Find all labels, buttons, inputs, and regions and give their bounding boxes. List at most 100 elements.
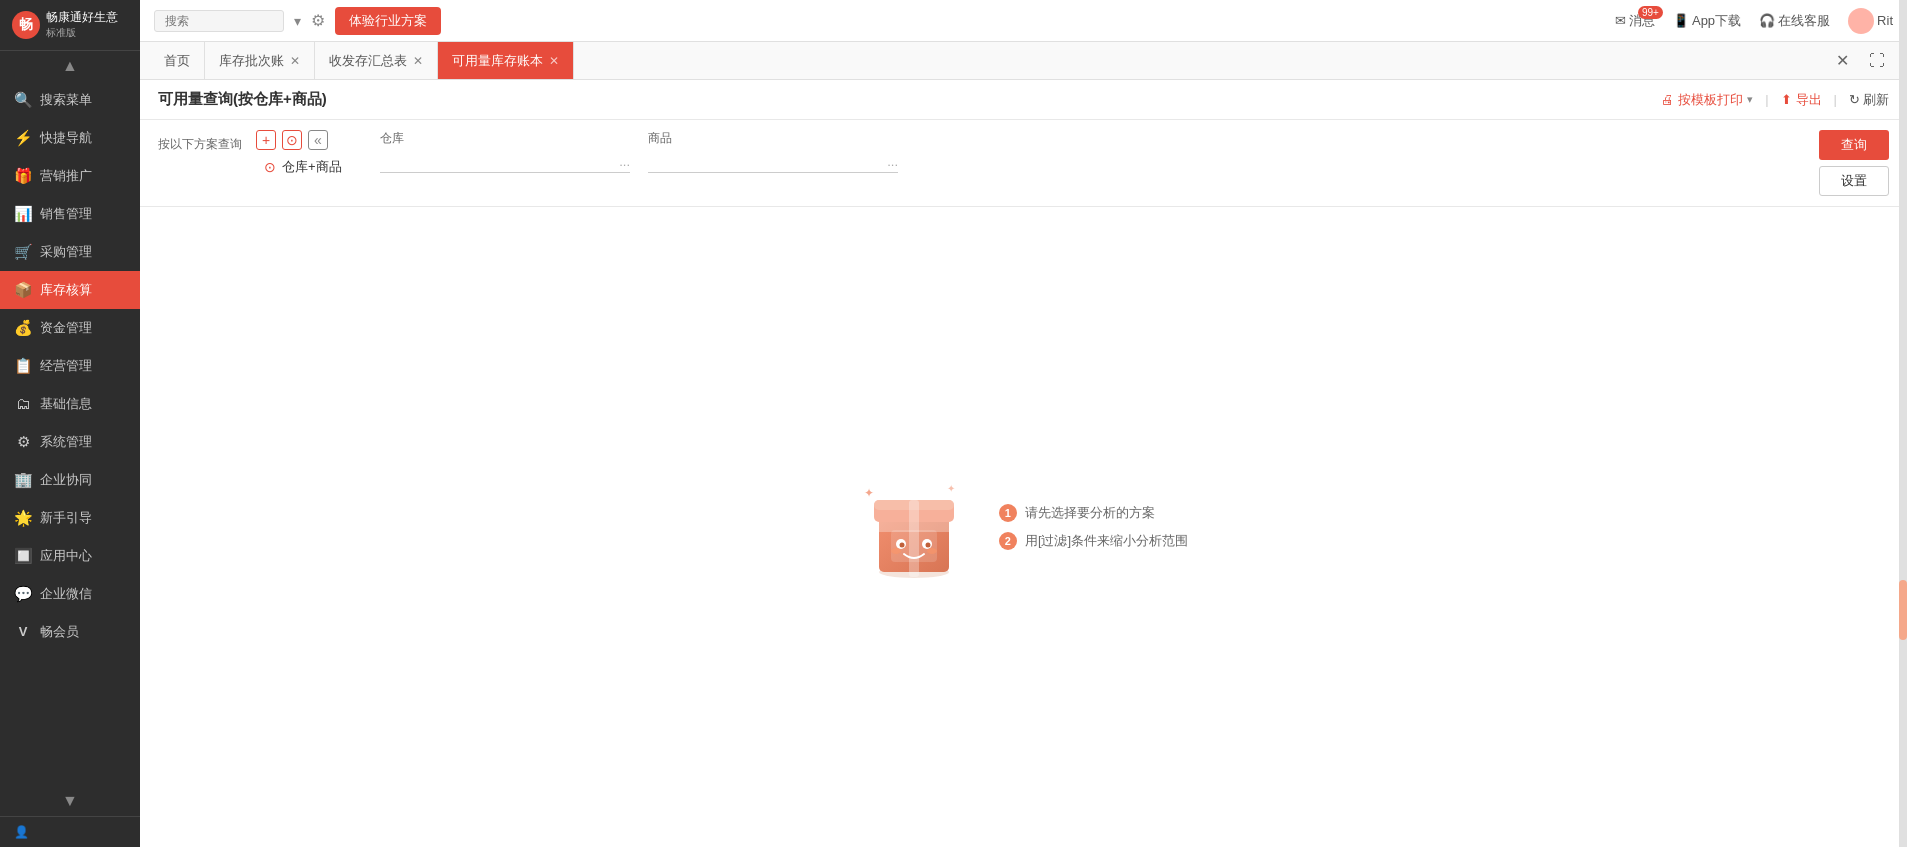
- filter-schemes: + ⊙ « ⊙ 仓库+商品: [256, 130, 366, 180]
- tab-available-close-icon[interactable]: ✕: [549, 54, 559, 68]
- sidebar-item-search[interactable]: 🔍 搜索菜单: [0, 81, 140, 119]
- scheme-collapse-btn[interactable]: «: [308, 130, 328, 150]
- page-actions: 🖨 按模板打印 ▾ | ⬆ 导出 | ↻ 刷新: [1661, 91, 1889, 109]
- finance-icon: 💰: [14, 319, 32, 337]
- topbar-search-input[interactable]: [154, 10, 284, 32]
- product-more-btn[interactable]: ...: [887, 154, 898, 169]
- app-logo-text: 畅康通好生意 标准版: [46, 10, 118, 40]
- sidebar-logo: 畅 畅康通好生意 标准版: [0, 0, 140, 51]
- scheme-item-warehouse-product[interactable]: ⊙ 仓库+商品: [256, 154, 366, 180]
- export-icon: ⬆: [1781, 92, 1792, 107]
- sidebar-menu: 🔍 搜索菜单 ⚡ 快捷导航 🎁 营销推广 📊 销售管理 🛒 采购管理 📦 库存核…: [0, 81, 140, 786]
- sidebar: 畅 畅康通好生意 标准版 ▲ 🔍 搜索菜单 ⚡ 快捷导航 🎁 营销推广 📊 销售…: [0, 0, 140, 847]
- sidebar-item-finance[interactable]: 💰 资金管理: [0, 309, 140, 347]
- tabs-bar: 首页 库存批次账 ✕ 收发存汇总表 ✕ 可用量库存账本 ✕ ✕ ⛶: [140, 42, 1907, 80]
- sales-icon: 📊: [14, 205, 32, 223]
- svg-point-13: [927, 548, 937, 554]
- warehouse-more-btn[interactable]: ...: [619, 154, 630, 169]
- enterprise-icon: 🏢: [14, 471, 32, 489]
- sidebar-item-purchase[interactable]: 🛒 采购管理: [0, 233, 140, 271]
- sidebar-bottom-user[interactable]: 👤: [0, 816, 140, 847]
- settings-btn[interactable]: 设置: [1819, 166, 1889, 196]
- purchase-icon: 🛒: [14, 243, 32, 261]
- filter-field-product: 商品 ...: [648, 130, 898, 173]
- user-avatar-small: 👤: [14, 825, 29, 839]
- dropdown-arrow-icon[interactable]: ▾: [294, 13, 301, 29]
- box-svg: ✦ ✦: [859, 472, 969, 582]
- tabs-right-actions: ✕ ⛶: [1830, 49, 1897, 72]
- sidebar-scroll-up[interactable]: ▲: [0, 51, 140, 81]
- svg-point-11: [925, 543, 930, 548]
- sidebar-item-sales[interactable]: 📊 销售管理: [0, 195, 140, 233]
- quick-icon: ⚡: [14, 129, 32, 147]
- tab-home[interactable]: 首页: [150, 42, 205, 79]
- sidebar-item-operation[interactable]: 📋 经营管理: [0, 347, 140, 385]
- tab-summary[interactable]: 收发存汇总表 ✕: [315, 42, 438, 79]
- filter-actions: 查询 设置: [1819, 130, 1889, 196]
- page-header: 可用量查询(按仓库+商品) 🖨 按模板打印 ▾ | ⬆ 导出 | ↻ 刷新: [140, 80, 1907, 120]
- product-input-wrapper: ...: [648, 151, 898, 173]
- filter-scheme-header: + ⊙ «: [256, 130, 366, 150]
- search-icon: 🔍: [14, 91, 32, 109]
- topbar: ▾ ⚙ 体验行业方案 ✉ 消息 99+ 📱 App下载 🎧 在线客服 Rit: [140, 0, 1907, 42]
- message-btn[interactable]: ✉ 消息 99+: [1615, 12, 1655, 30]
- app-logo-icon: 畅: [12, 11, 40, 39]
- topbar-right: ✉ 消息 99+ 📱 App下载 🎧 在线客服 Rit: [1615, 8, 1893, 34]
- filter-field-warehouse: 仓库 ...: [380, 130, 630, 173]
- online-service-btn[interactable]: 🎧 在线客服: [1759, 12, 1830, 30]
- sidebar-scroll-down[interactable]: ▼: [0, 786, 140, 816]
- product-label: 商品: [648, 130, 898, 147]
- sidebar-item-apps[interactable]: 🔲 应用中心: [0, 537, 140, 575]
- refresh-btn[interactable]: ↻ 刷新: [1849, 91, 1889, 109]
- guide-icon: 🌟: [14, 509, 32, 527]
- sidebar-item-system[interactable]: ⚙ 系统管理: [0, 423, 140, 461]
- system-icon: ⚙: [14, 433, 32, 451]
- message-badge: 99+: [1638, 6, 1663, 19]
- sidebar-item-member[interactable]: V 畅会员: [0, 613, 140, 651]
- tab-batch[interactable]: 库存批次账 ✕: [205, 42, 315, 79]
- svg-text:✦: ✦: [947, 483, 955, 494]
- scheme-settings-btn[interactable]: ⊙: [282, 130, 302, 150]
- gear-icon[interactable]: ⚙: [311, 11, 325, 30]
- operation-icon: 📋: [14, 357, 32, 375]
- print-icon: 🖨: [1661, 92, 1674, 107]
- sidebar-item-quick[interactable]: ⚡ 快捷导航: [0, 119, 140, 157]
- tab-close-window-icon[interactable]: ✕: [1830, 49, 1855, 72]
- sidebar-item-inventory[interactable]: 📦 库存核算: [0, 271, 140, 309]
- export-btn[interactable]: ⬆ 导出: [1781, 91, 1822, 109]
- add-scheme-btn[interactable]: +: [256, 130, 276, 150]
- warehouse-input[interactable]: [380, 154, 615, 169]
- action-separator2: |: [1834, 92, 1837, 107]
- filter-fields: 仓库 ... 商品 ...: [380, 130, 1805, 173]
- tab-batch-close-icon[interactable]: ✕: [290, 54, 300, 68]
- page-title: 可用量查询(按仓库+商品): [158, 90, 327, 109]
- scheme-item-icon: ⊙: [264, 159, 276, 175]
- empty-hints: 1 请先选择要分析的方案 2 用[过滤]条件来缩小分析范围: [999, 504, 1188, 550]
- svg-point-12: [891, 548, 901, 554]
- right-scrollbar[interactable]: [1899, 0, 1907, 847]
- action-separator: |: [1765, 92, 1768, 107]
- print-dropdown-icon[interactable]: ▾: [1747, 93, 1753, 106]
- member-icon: V: [14, 624, 32, 639]
- mobile-icon: 📱: [1673, 13, 1689, 28]
- print-btn[interactable]: 🖨 按模板打印 ▾: [1661, 91, 1753, 109]
- sidebar-item-wechat[interactable]: 💬 企业微信: [0, 575, 140, 613]
- filter-area: 按以下方案查询 + ⊙ « ⊙ 仓库+商品 仓库 ... 商品: [140, 120, 1907, 207]
- product-input[interactable]: [648, 154, 883, 169]
- app-download-btn[interactable]: 📱 App下载: [1673, 12, 1741, 30]
- sidebar-item-basic[interactable]: 🗂 基础信息: [0, 385, 140, 423]
- sidebar-item-enterprise[interactable]: 🏢 企业协同: [0, 461, 140, 499]
- industry-btn[interactable]: 体验行业方案: [335, 7, 441, 35]
- empty-content: ✦ ✦ 1 请先选择要分析的方案 2 用[过: [859, 472, 1188, 582]
- tab-available[interactable]: 可用量库存账本 ✕: [438, 42, 574, 79]
- query-btn[interactable]: 查询: [1819, 130, 1889, 160]
- warehouse-input-wrapper: ...: [380, 151, 630, 173]
- user-menu-btn[interactable]: Rit: [1848, 8, 1893, 34]
- wechat-icon: 💬: [14, 585, 32, 603]
- tab-maximize-icon[interactable]: ⛶: [1863, 50, 1891, 72]
- empty-state: ✦ ✦ 1 请先选择要分析的方案 2 用[过: [140, 207, 1907, 847]
- sidebar-item-marketing[interactable]: 🎁 营销推广: [0, 157, 140, 195]
- tab-summary-close-icon[interactable]: ✕: [413, 54, 423, 68]
- sidebar-item-guide[interactable]: 🌟 新手引导: [0, 499, 140, 537]
- hint-1: 1 请先选择要分析的方案: [999, 504, 1188, 522]
